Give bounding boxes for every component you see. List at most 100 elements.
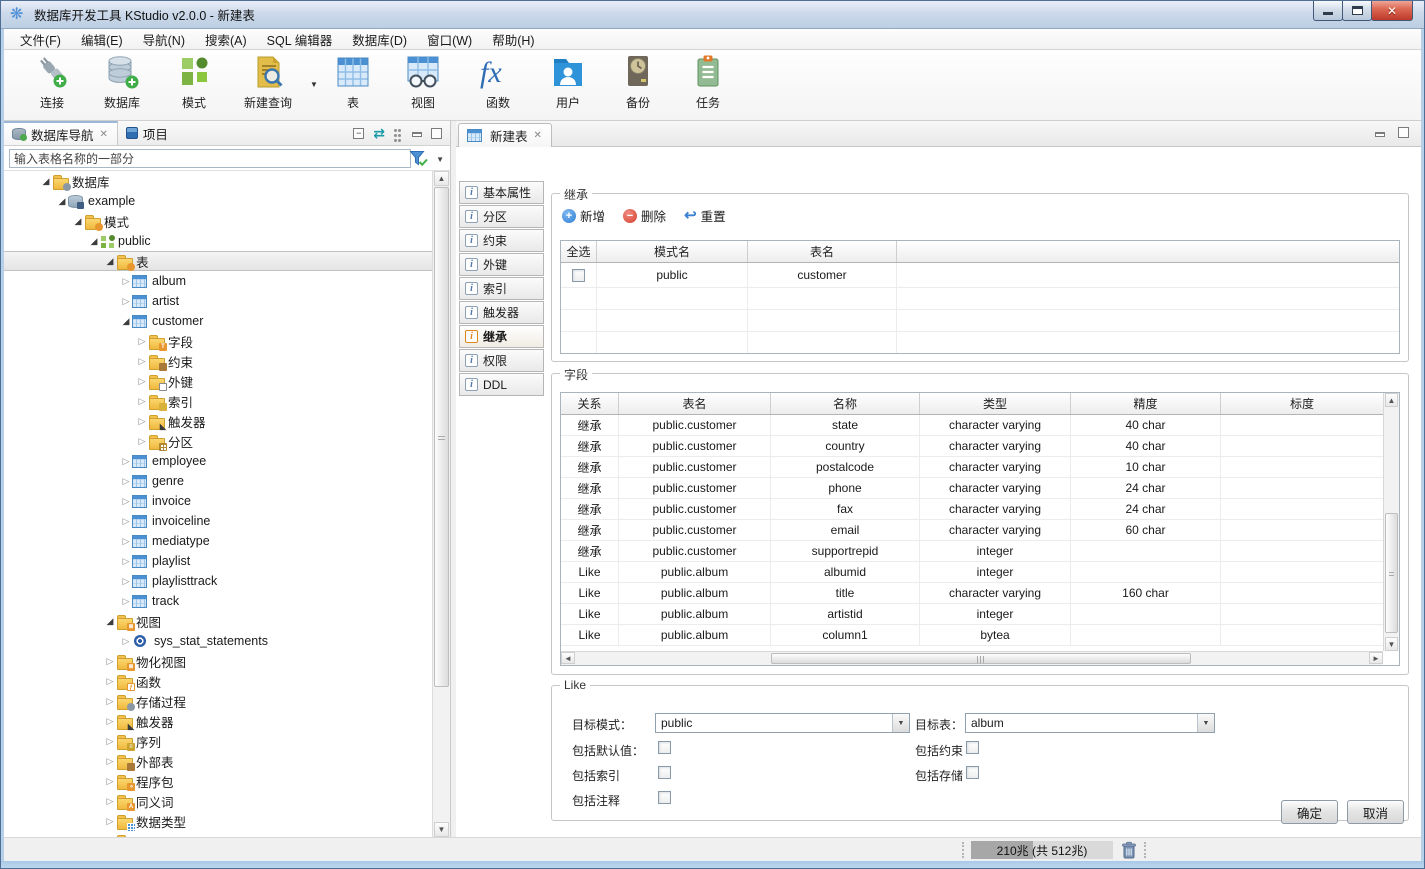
expand-arrow[interactable]: ▷ <box>104 656 116 667</box>
link-editor-icon[interactable]: ⇄ <box>373 125 385 142</box>
tree-item-artist[interactable]: ▷ artist <box>4 291 432 311</box>
tree-item-packages[interactable]: ▷程序包 <box>4 771 432 791</box>
menu-search[interactable]: 搜索(A) <box>195 28 257 51</box>
panel-maximize-icon[interactable] <box>431 127 442 139</box>
tree-item-triggers-schema[interactable]: ▷触发器 <box>4 711 432 731</box>
tree-item-customer[interactable]: ◢ customer <box>4 311 432 331</box>
ok-button[interactable]: 确定 <box>1281 800 1338 824</box>
scroll-thumb[interactable] <box>434 187 449 687</box>
expand-arrow[interactable]: ▷ <box>104 696 116 707</box>
tree-item-tables[interactable]: ◢ 表 <box>4 251 432 271</box>
tree-item-invoiceline[interactable]: ▷ invoiceline <box>4 511 432 531</box>
database-tool[interactable]: 数据库 <box>90 54 154 111</box>
menu-window[interactable]: 窗口(W) <box>417 28 482 51</box>
table-tool[interactable]: 表 <box>324 54 382 111</box>
category-constraint[interactable]: i 约束 <box>459 229 544 252</box>
scroll-down-button[interactable]: ▼ <box>1385 637 1398 651</box>
expand-arrow[interactable]: ◢ <box>104 256 116 267</box>
category-ddl[interactable]: i DDL <box>459 373 544 396</box>
field-row[interactable]: 继承 public.customer state character varying 4… <box>561 415 1383 436</box>
inherit-row[interactable]: public customer <box>561 263 1399 288</box>
expand-arrow[interactable]: ▷ <box>136 356 148 367</box>
include-indexes-checkbox[interactable] <box>658 766 671 779</box>
expand-arrow[interactable]: ◢ <box>72 216 84 227</box>
expand-arrow[interactable]: ▷ <box>104 816 116 827</box>
expand-arrow[interactable]: ▷ <box>104 776 116 787</box>
tree-item-indexes[interactable]: ▷ 索引 <box>4 391 432 411</box>
tree-item-views[interactable]: ◢视图 <box>4 611 432 631</box>
scroll-up-button[interactable]: ▲ <box>434 171 449 186</box>
tree-item-mediatype[interactable]: ▷ mediatype <box>4 531 432 551</box>
garbage-collect-icon[interactable] <box>1121 841 1137 862</box>
expand-arrow[interactable]: ▷ <box>120 576 132 587</box>
tree-item-foreign-keys[interactable]: ▷ 外键 <box>4 371 432 391</box>
target-schema-combo[interactable]: public ▼ <box>655 713 910 733</box>
field-row[interactable]: 继承 public.customer supportrepid integer <box>561 541 1383 562</box>
expand-arrow[interactable]: ▷ <box>120 496 132 507</box>
menu-edit[interactable]: 编辑(E) <box>71 28 133 51</box>
task-tool[interactable]: 任务 <box>676 54 740 111</box>
scroll-thumb[interactable] <box>1385 513 1398 633</box>
include-defaults-checkbox[interactable] <box>658 741 671 754</box>
scroll-right-button[interactable]: ► <box>1369 652 1383 664</box>
tree-item-invoice[interactable]: ▷ invoice <box>4 491 432 511</box>
scroll-thumb[interactable] <box>771 653 1191 664</box>
view-tool[interactable]: 视图 <box>394 54 452 111</box>
field-row[interactable]: 继承 public.customer fax character varying 24 … <box>561 499 1383 520</box>
expand-arrow[interactable]: ▷ <box>104 796 116 807</box>
filter-funnel-icon[interactable] <box>409 150 428 170</box>
schema-tool[interactable]: 模式 <box>162 54 226 111</box>
collapse-all-icon[interactable]: − <box>353 127 365 139</box>
category-trigger[interactable]: i 触发器 <box>459 301 544 324</box>
field-row[interactable]: 继承 public.customer phone character varying 2… <box>561 478 1383 499</box>
tab-project[interactable]: 项目 <box>118 121 176 145</box>
expand-arrow[interactable]: ▷ <box>104 716 116 727</box>
category-index[interactable]: i 索引 <box>459 277 544 300</box>
expand-arrow[interactable]: ▷ <box>136 376 148 387</box>
tree-filter-input[interactable] <box>9 149 411 168</box>
field-row[interactable]: Like public.album title character varying 16… <box>561 583 1383 604</box>
tree-item-columns[interactable]: ▷字段 <box>4 331 432 351</box>
connect-tool[interactable]: 连接 <box>20 54 84 111</box>
chevron-down-icon[interactable]: ▼ <box>892 714 909 732</box>
fields-horizontal-scrollbar[interactable]: ◄ ► <box>561 651 1383 665</box>
scroll-down-button[interactable]: ▼ <box>434 822 449 837</box>
new-query-dropdown-arrow[interactable]: ▼ <box>310 80 318 89</box>
expand-arrow[interactable]: ▷ <box>104 756 116 767</box>
filter-dropdown-arrow[interactable]: ▼ <box>436 155 444 164</box>
function-tool[interactable]: fx 函数 <box>466 54 530 111</box>
expand-arrow[interactable]: ▷ <box>120 276 132 287</box>
fields-vertical-scrollbar[interactable]: ▲ ▼ <box>1383 393 1399 651</box>
tree-scrollbar[interactable]: ▲ ▼ <box>432 171 450 837</box>
chevron-down-icon[interactable]: ▼ <box>1197 714 1214 732</box>
expand-arrow[interactable]: ◢ <box>120 316 132 327</box>
menu-help[interactable]: 帮助(H) <box>482 28 544 51</box>
scroll-up-button[interactable]: ▲ <box>1385 393 1398 407</box>
cancel-button[interactable]: 取消 <box>1347 800 1404 824</box>
scroll-left-button[interactable]: ◄ <box>561 652 575 664</box>
field-row[interactable]: Like public.album column1 bytea <box>561 625 1383 646</box>
menu-file[interactable]: 文件(F) <box>10 28 71 51</box>
field-row[interactable]: Like public.album albumid integer <box>561 562 1383 583</box>
tree-item-playlist[interactable]: ▷ playlist <box>4 551 432 571</box>
reset-inherit-button[interactable]: ↪ 重置 <box>684 206 726 225</box>
include-constraints-checkbox[interactable] <box>966 741 979 754</box>
tree-item-databases[interactable]: ◢ 数据库 <box>4 171 432 191</box>
expand-arrow[interactable]: ▷ <box>136 336 148 347</box>
tree-item-partitions[interactable]: ▷ 分区 <box>4 431 432 451</box>
menu-sql-editor[interactable]: SQL 编辑器 <box>257 28 343 51</box>
expand-arrow[interactable]: ▷ <box>120 456 132 467</box>
expand-arrow[interactable]: ▷ <box>104 676 116 687</box>
row-checkbox[interactable] <box>572 268 585 282</box>
tree-item-constraints[interactable]: ▷ 约束 <box>4 351 432 371</box>
expand-arrow[interactable]: ▷ <box>120 296 132 307</box>
close-button[interactable]: ✕ <box>1371 1 1413 21</box>
tree-item-public-schema[interactable]: ◢ public <box>4 231 432 251</box>
expand-arrow[interactable]: ▷ <box>120 636 132 647</box>
tree-item-sequences[interactable]: ▷序列 <box>4 731 432 751</box>
tab-database-navigator[interactable]: 数据库导航 ✕ <box>4 121 118 145</box>
new-query-tool[interactable]: 新建查询 <box>232 54 304 111</box>
field-row[interactable]: Like public.album artistid integer <box>561 604 1383 625</box>
menu-navigate[interactable]: 导航(N) <box>133 28 195 51</box>
tree-item-track[interactable]: ▷ track <box>4 591 432 611</box>
